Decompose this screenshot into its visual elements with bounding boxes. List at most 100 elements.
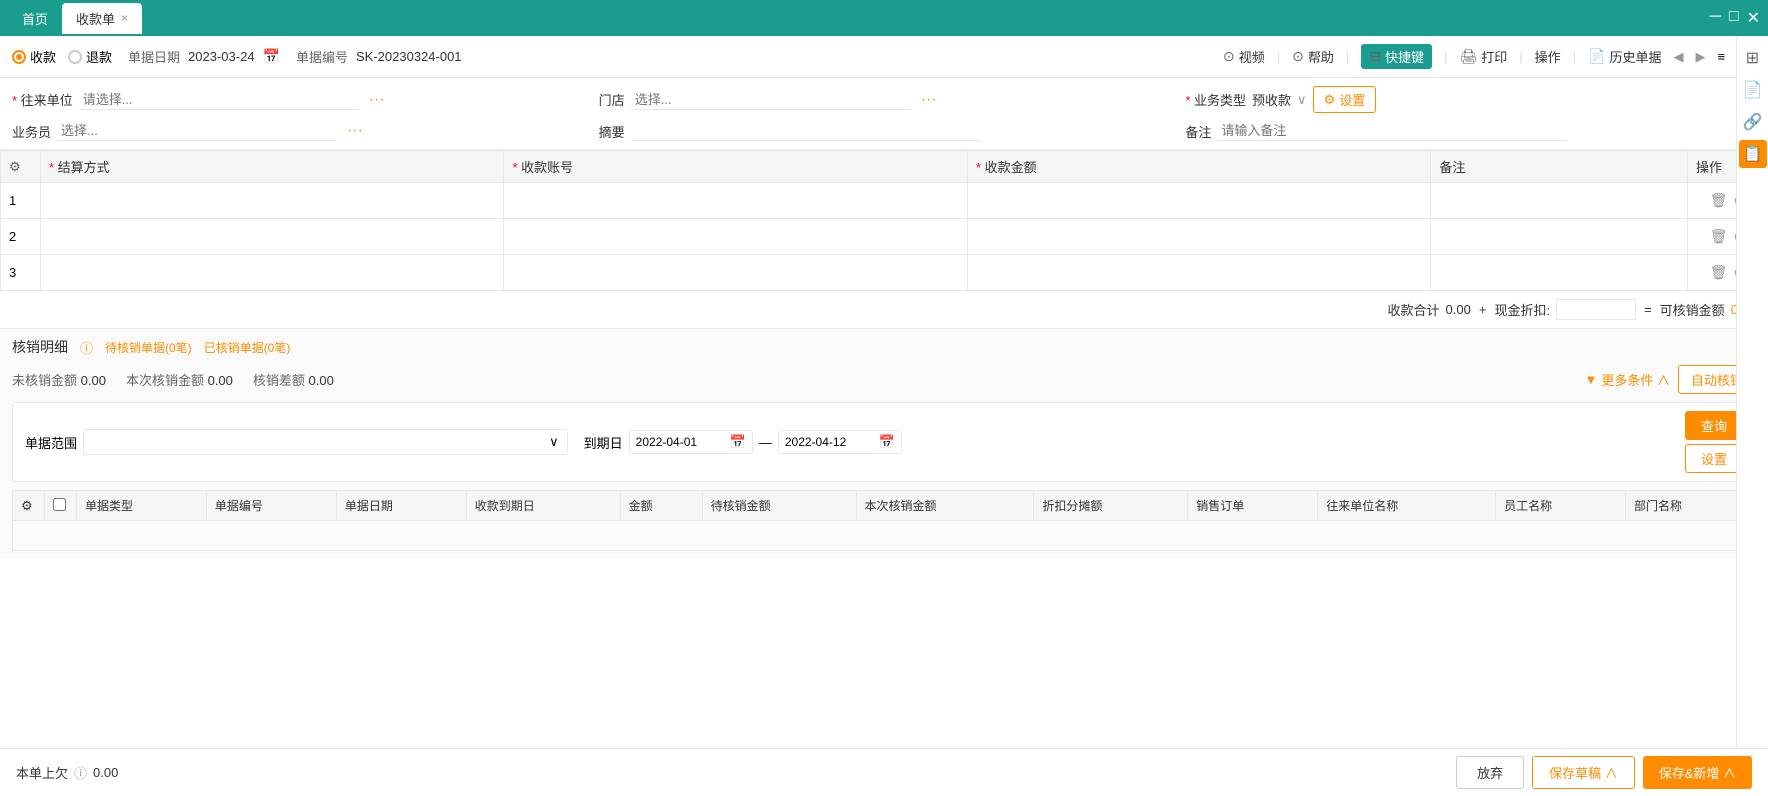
row-3-delete-icon[interactable]: 🗑 [1710, 264, 1728, 281]
doc-type-radio-group: 收款 退款 [12, 47, 112, 66]
salesperson-input[interactable] [57, 121, 337, 141]
table-gear-icon[interactable]: ⚙ [9, 159, 21, 174]
bottom-bar: 本单上欠 ⓘ 0.00 放弃 保存草稿 ∧ 保存&新增 ∧ [0, 748, 1768, 796]
range-select[interactable]: ∨ [83, 429, 568, 455]
store-field: 门店 ··· [599, 90, 1170, 110]
col-amount: 金额 [620, 491, 702, 521]
diff-label: 核销差额 [253, 373, 305, 388]
done-tab[interactable]: 已核销单据(0笔) [204, 339, 291, 356]
doc-no-value: SK-20230324-001 [356, 49, 462, 64]
row-3-account[interactable] [504, 255, 967, 291]
business-type-field: 业务类型 预收款 ∨ ⚙ 设置 [1185, 86, 1756, 113]
sidebar-link-icon[interactable]: 🔗 [1739, 108, 1767, 136]
col-employee-name: 员工名称 [1496, 491, 1626, 521]
calendar-from-icon[interactable]: 📅 [730, 434, 746, 450]
row-1-remark[interactable] [1431, 183, 1688, 219]
row-3-settle[interactable] [41, 255, 504, 291]
row-2-account[interactable] [504, 219, 967, 255]
tab-home[interactable]: 首页 [8, 3, 62, 34]
table-footer: 收款合计 0.00 + 现金折扣: = 可核销金额 0.00 [0, 291, 1768, 329]
form-row-2: 业务员 ··· 摘要 备注 [12, 121, 1756, 141]
radio-receive[interactable]: 收款 [12, 47, 56, 66]
discount-input[interactable] [1556, 299, 1636, 320]
row-3-amount[interactable] [967, 255, 1430, 291]
window-close-button[interactable]: ✕ [1747, 8, 1760, 28]
help-button[interactable]: ⊙ 帮助 [1292, 47, 1334, 66]
window-minimize-button[interactable]: ─ [1710, 8, 1721, 28]
lower-table: ⚙ 单据类型 单据编号 单据日期 收款到期日 金额 待核销金额 本次核销金额 折… [12, 490, 1756, 551]
separator-1: | [1277, 49, 1280, 64]
summary-input[interactable] [631, 121, 981, 141]
col-counterpart-name: 往来单位名称 [1318, 491, 1496, 521]
bottom-info: 本单上欠 ⓘ 0.00 [16, 763, 118, 782]
operation-button[interactable]: 操作 [1535, 47, 1561, 66]
separator-5: | [1573, 49, 1576, 64]
col-remark: 备注 [1431, 151, 1688, 183]
verify-stats: 未核销金额 0.00 本次核销金额 0.00 核销差额 0.00 ▼ 更多条件 … [12, 365, 1756, 394]
settings-button[interactable]: ⚙ 设置 [1313, 86, 1377, 113]
filter-settings-button[interactable]: 设置 [1685, 444, 1743, 473]
shortcut-label: 快捷键 [1385, 47, 1424, 66]
history-icon: 📄 [1588, 48, 1605, 65]
date-to-input[interactable] [785, 435, 875, 449]
plus-sign: + [1479, 302, 1487, 317]
layout-list-icon[interactable]: ≡ [1718, 49, 1726, 64]
abandon-button[interactable]: 放弃 [1456, 756, 1524, 789]
shortcut-button[interactable]: ⊟ 快捷键 [1361, 44, 1432, 69]
save-new-label: 保存&新增 ∧ [1659, 763, 1736, 782]
nav-arrow-left[interactable]: ◀ [1674, 49, 1684, 65]
date-from-input[interactable] [636, 435, 726, 449]
row-2-settle[interactable] [41, 219, 504, 255]
calendar-to-icon[interactable]: 📅 [879, 434, 895, 450]
business-type-dropdown-icon[interactable]: ∨ [1297, 92, 1307, 108]
sidebar-paste-icon[interactable]: 📋 [1739, 140, 1767, 168]
current-verify-label: 本次核销金额 [126, 373, 204, 388]
row-3-remark[interactable] [1431, 255, 1688, 291]
shortcut-icon: ⊟ [1369, 48, 1381, 65]
verify-info-icon[interactable]: ⓘ [80, 338, 93, 357]
pending-tab[interactable]: 待核销单据(0笔) [105, 339, 192, 356]
window-maximize-button[interactable]: □ [1729, 8, 1739, 28]
doc-no-group: 单据编号 SK-20230324-001 [296, 47, 462, 66]
col-doc-no: 单据编号 [206, 491, 336, 521]
remark-input[interactable] [1217, 121, 1567, 141]
col-doc-date: 单据日期 [336, 491, 466, 521]
row-2-delete-icon[interactable]: 🗑 [1710, 228, 1728, 245]
tab-bar-right: ─ □ ✕ [1710, 8, 1760, 28]
toolbar: 收款 退款 单据日期 2023-03-24 📅 单据编号 SK-20230324… [0, 36, 1768, 78]
query-button[interactable]: 查询 [1685, 411, 1743, 440]
sidebar-table-icon[interactable]: ⊞ [1739, 44, 1767, 72]
salesperson-field: 业务员 ··· [12, 121, 583, 141]
select-all-checkbox[interactable] [53, 498, 66, 511]
row-2-remark[interactable] [1431, 219, 1688, 255]
tab-close-button[interactable]: × [121, 11, 128, 25]
sidebar-doc-icon[interactable]: 📄 [1739, 76, 1767, 104]
lower-table-gear-icon[interactable]: ⚙ [21, 498, 33, 513]
salesperson-more-icon[interactable]: ··· [343, 122, 367, 140]
row-1-delete-icon[interactable]: 🗑 [1710, 192, 1728, 209]
row-1-account[interactable] [504, 183, 967, 219]
row-1-settle[interactable] [41, 183, 504, 219]
tab-active[interactable]: 收款单 × [62, 3, 142, 34]
calendar-icon[interactable]: 📅 [263, 48, 280, 65]
lower-table-container: ⚙ 单据类型 单据编号 单据日期 收款到期日 金额 待核销金额 本次核销金额 折… [12, 490, 1756, 551]
lower-table-empty-row [13, 521, 1756, 551]
save-draft-button[interactable]: 保存草稿 ∧ [1532, 756, 1635, 789]
save-new-button[interactable]: 保存&新增 ∧ [1643, 756, 1752, 789]
store-more-icon[interactable]: ··· [917, 91, 941, 109]
counterpart-input[interactable] [79, 90, 359, 110]
nav-arrow-right[interactable]: ▶ [1696, 49, 1706, 65]
row-1-amount[interactable] [967, 183, 1430, 219]
print-button[interactable]: 🖨 打印 [1459, 47, 1507, 66]
video-button[interactable]: ⊙ 视频 [1223, 47, 1265, 66]
counterpart-more-icon[interactable]: ··· [365, 91, 389, 109]
row-2-amount[interactable] [967, 219, 1430, 255]
col-receive-amount: 收款金额 [967, 151, 1430, 183]
settings-gear-icon: ⚙ [1324, 92, 1336, 108]
bottom-info-icon[interactable]: ⓘ [74, 763, 87, 782]
print-icon: 🖨 [1459, 48, 1477, 65]
radio-refund[interactable]: 退款 [68, 47, 112, 66]
more-conditions-button[interactable]: ▼ 更多条件 ∧ [1584, 370, 1670, 389]
history-button[interactable]: 📄 历史单据 [1588, 47, 1661, 66]
store-input[interactable] [631, 90, 911, 110]
